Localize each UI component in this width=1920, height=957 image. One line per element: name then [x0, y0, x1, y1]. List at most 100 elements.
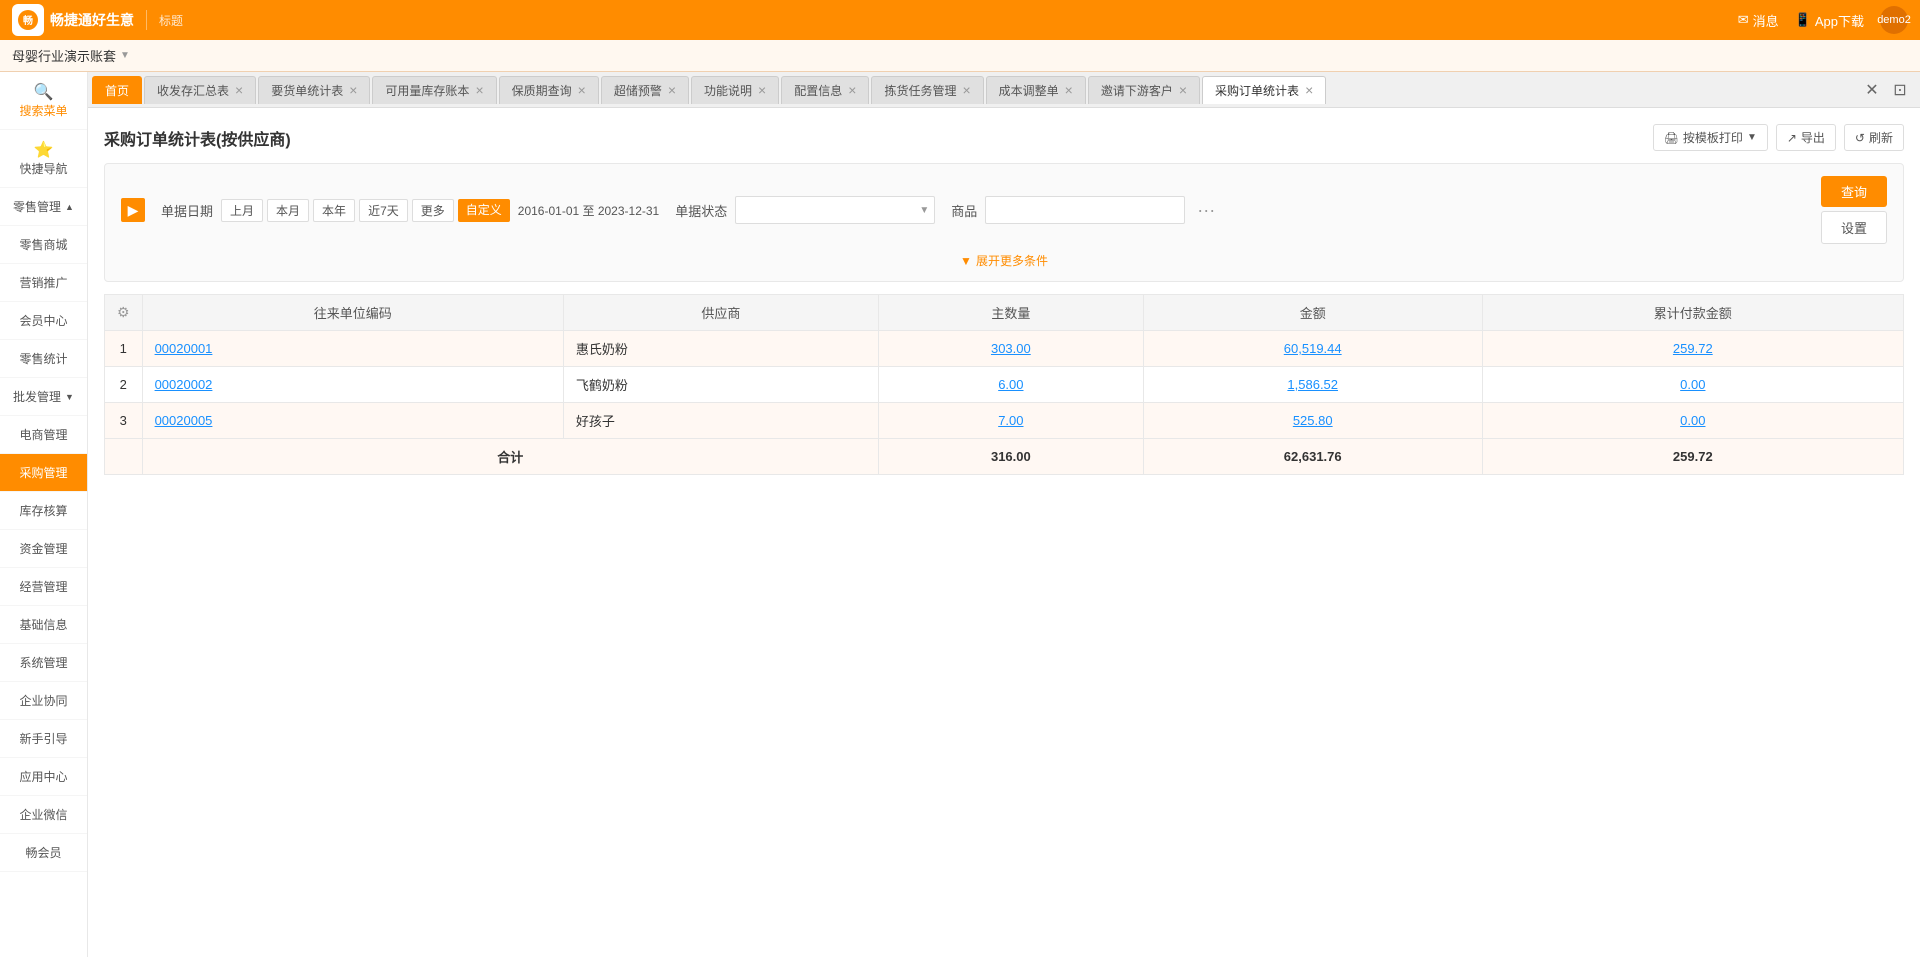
- tab-maximize-btn[interactable]: ⊡: [1888, 78, 1912, 102]
- footer-label: 合计: [142, 439, 878, 475]
- row1-qty[interactable]: 303.00: [878, 331, 1143, 367]
- tab-over-stock-close[interactable]: ×: [668, 83, 676, 97]
- row1-code[interactable]: 00020001: [142, 331, 563, 367]
- sidebar-item-nav[interactable]: ⭐ 快捷导航: [0, 130, 87, 188]
- row3-code[interactable]: 00020005: [142, 403, 563, 439]
- tab-collect-label: 收发存汇总表: [157, 82, 229, 99]
- tab-collect[interactable]: 收发存汇总表 ×: [144, 76, 256, 104]
- expand-icon: ▼: [960, 254, 972, 268]
- message-btn[interactable]: ✉ 消息: [1738, 11, 1779, 30]
- sidebar-item-collab[interactable]: 企业协同: [0, 682, 87, 720]
- status-filter-label: 单据状态: [675, 201, 727, 220]
- tab-config-close[interactable]: ×: [848, 83, 856, 97]
- shortcut-more[interactable]: 更多: [412, 199, 454, 222]
- row3-qty[interactable]: 7.00: [878, 403, 1143, 439]
- tab-stock-book[interactable]: 可用量库存账本 ×: [372, 76, 496, 104]
- shortcut-this-month[interactable]: 本月: [267, 199, 309, 222]
- footer-amount: 62,631.76: [1143, 439, 1482, 475]
- sidebar-item-member[interactable]: 会员中心: [0, 302, 87, 340]
- tab-goods-stat-close[interactable]: ×: [349, 83, 357, 97]
- sidebar: 🔍 搜索菜单 ⭐ 快捷导航 零售管理 ▲ 零售商城 营销推广 会员中心 零售统计…: [0, 72, 88, 957]
- query-button[interactable]: 查询: [1821, 176, 1887, 207]
- tab-expiry[interactable]: 保质期查询 ×: [499, 76, 599, 104]
- tab-collect-close[interactable]: ×: [235, 83, 243, 97]
- sidebar-item-purchase-mgmt[interactable]: 采购管理: [0, 454, 87, 492]
- sidebar-item-wholesale-mgmt[interactable]: 批发管理 ▼: [0, 378, 87, 416]
- tab-invite-down[interactable]: 邀请下游客户 ×: [1088, 76, 1200, 104]
- chevron-down-icon: ▲: [65, 202, 74, 212]
- sidebar-item-member2[interactable]: 畅会员: [0, 834, 87, 872]
- row2-paid[interactable]: 0.00: [1482, 367, 1903, 403]
- row3-amount[interactable]: 525.80: [1143, 403, 1482, 439]
- sidebar-item-retail-shop[interactable]: 零售商城: [0, 226, 87, 264]
- goods-filter-label: 商品: [951, 201, 977, 220]
- print-icon: 🖨: [1664, 131, 1679, 145]
- export-icon: ↗: [1787, 131, 1797, 145]
- sidebar-item-stock-check[interactable]: 库存核算: [0, 492, 87, 530]
- tab-cost-adj[interactable]: 成本调整单 ×: [986, 76, 1086, 104]
- app-logo: 畅: [12, 4, 44, 36]
- tab-stock-book-close[interactable]: ×: [475, 83, 483, 97]
- table-footer: 合计 316.00 62,631.76 259.72: [105, 439, 1904, 475]
- tab-config[interactable]: 配置信息 ×: [781, 76, 869, 104]
- date-filter-group: 单据日期 上月 本月 本年 近7天 更多 自定义 2016-01-01 至 20…: [161, 199, 659, 222]
- row2-amount[interactable]: 1,586.52: [1143, 367, 1482, 403]
- shortcut-7-days[interactable]: 近7天: [359, 199, 408, 222]
- tab-home[interactable]: 首页: [92, 76, 142, 104]
- row3-paid[interactable]: 0.00: [1482, 403, 1903, 439]
- row1-paid[interactable]: 259.72: [1482, 331, 1903, 367]
- row1-amount[interactable]: 60,519.44: [1143, 331, 1482, 367]
- goods-input[interactable]: [985, 196, 1185, 224]
- tab-pick-task-close[interactable]: ×: [962, 83, 970, 97]
- export-button[interactable]: ↗ 导出: [1776, 124, 1836, 151]
- table-row: 2 00020002 飞鹤奶粉 6.00 1,586.52 0.00: [105, 367, 1904, 403]
- sidebar-item-basic-info[interactable]: 基础信息: [0, 606, 87, 644]
- sidebar-item-search[interactable]: 🔍 搜索菜单: [0, 72, 87, 130]
- sidebar-item-ecommerce[interactable]: 电商管理: [0, 416, 87, 454]
- shortcut-last-month[interactable]: 上月: [221, 199, 263, 222]
- print-button[interactable]: 🖨 按模板打印 ▼: [1653, 124, 1768, 151]
- sidebar-item-retail-mgmt[interactable]: 零售管理 ▲: [0, 188, 87, 226]
- tab-cost-adj-close[interactable]: ×: [1065, 83, 1073, 97]
- col-qty-header: 主数量: [878, 295, 1143, 331]
- page-content: 采购订单统计表(按供应商) 🖨 按模板打印 ▼ ↗ 导出 ↺ 刷新: [88, 108, 1920, 957]
- tab-func-desc[interactable]: 功能说明 ×: [691, 76, 779, 104]
- date-shortcuts: 上月 本月 本年 近7天 更多 自定义: [221, 199, 510, 222]
- filter-area: ▶ 单据日期 上月 本月 本年 近7天 更多 自定义 2016-01-01 至 …: [104, 163, 1904, 282]
- sidebar-item-ops[interactable]: 经营管理: [0, 568, 87, 606]
- tab-purchase-stat[interactable]: 采购订单统计表 ×: [1202, 76, 1326, 104]
- workspace-selector[interactable]: 母婴行业演示账套 ▼: [12, 46, 130, 65]
- refresh-button[interactable]: ↺ 刷新: [1844, 124, 1904, 151]
- table-header: ⚙ 往来单位编码 供应商 主数量 金额 累计付款金额: [105, 295, 1904, 331]
- download-btn[interactable]: 📱 App下载: [1795, 11, 1864, 30]
- filter-toggle-btn[interactable]: ▶: [121, 198, 145, 222]
- sidebar-item-wechat[interactable]: 企业微信: [0, 796, 87, 834]
- tab-purchase-stat-close[interactable]: ×: [1305, 83, 1313, 97]
- sidebar-item-new-guide[interactable]: 新手引导: [0, 720, 87, 758]
- goods-filter-more[interactable]: ···: [1193, 201, 1219, 219]
- sidebar-item-marketing[interactable]: 营销推广: [0, 264, 87, 302]
- tab-func-desc-close[interactable]: ×: [758, 83, 766, 97]
- col-settings-icon[interactable]: ⚙: [117, 304, 130, 320]
- row2-code[interactable]: 00020002: [142, 367, 563, 403]
- sidebar-item-app-center[interactable]: 应用中心: [0, 758, 87, 796]
- sidebar-item-retail-stat[interactable]: 零售统计: [0, 340, 87, 378]
- footer-empty1: [105, 439, 143, 475]
- filter-row-1: ▶ 单据日期 上月 本月 本年 近7天 更多 自定义 2016-01-01 至 …: [121, 176, 1887, 244]
- tab-invite-down-close[interactable]: ×: [1179, 83, 1187, 97]
- filter-expand-btn[interactable]: ▼ 展开更多条件: [121, 252, 1887, 269]
- tab-expiry-close[interactable]: ×: [578, 83, 586, 97]
- download-icon: 📱: [1795, 12, 1811, 28]
- tab-home-label: 首页: [105, 82, 129, 99]
- tab-goods-stat[interactable]: 要货单统计表 ×: [258, 76, 370, 104]
- shortcut-this-year[interactable]: 本年: [313, 199, 355, 222]
- tab-pick-task[interactable]: 拣货任务管理 ×: [871, 76, 983, 104]
- tab-over-stock[interactable]: 超储预警 ×: [601, 76, 689, 104]
- sidebar-item-finance[interactable]: 资金管理: [0, 530, 87, 568]
- row2-qty[interactable]: 6.00: [878, 367, 1143, 403]
- sidebar-item-sys-mgmt[interactable]: 系统管理: [0, 644, 87, 682]
- tab-close-all-btn[interactable]: ✕: [1860, 78, 1884, 102]
- user-avatar[interactable]: demo2: [1880, 6, 1908, 34]
- status-select[interactable]: [735, 196, 935, 224]
- settings-button[interactable]: 设置: [1821, 211, 1887, 244]
